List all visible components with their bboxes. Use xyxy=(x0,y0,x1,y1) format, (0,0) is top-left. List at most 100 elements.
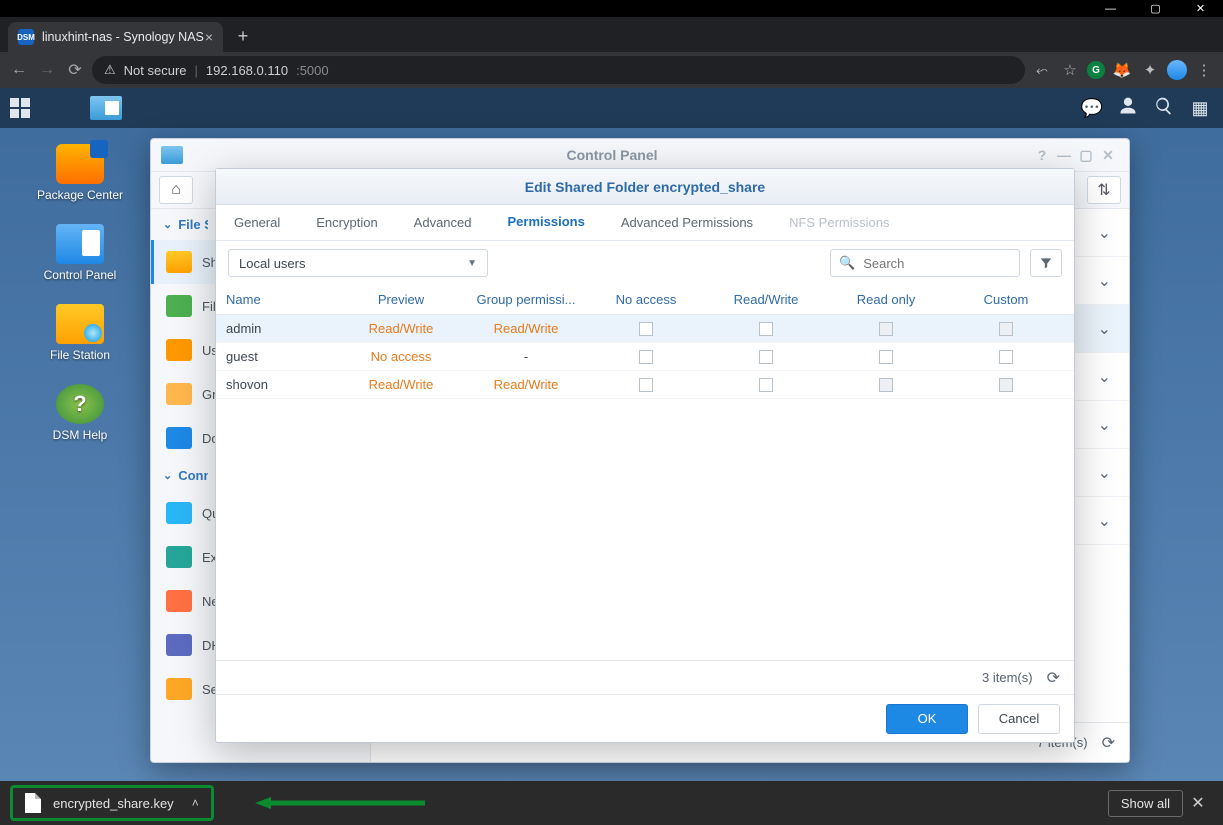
url-port: :5000 xyxy=(296,63,329,78)
window-header[interactable]: Control Panel ? — ▢ ✕ xyxy=(151,139,1129,171)
col-readwrite[interactable]: Read/Write xyxy=(706,285,826,314)
chevron-up-icon[interactable]: ˄ xyxy=(192,796,199,810)
window-maximize-icon[interactable]: ▢ xyxy=(1075,147,1097,164)
forward-button[interactable]: → xyxy=(36,61,58,79)
checkbox-noaccess[interactable] xyxy=(639,378,653,392)
user-scope-select[interactable]: Local users ▼ xyxy=(228,249,488,277)
extension-icon[interactable]: 🦊 xyxy=(1111,59,1133,81)
tab-encryption[interactable]: Encryption xyxy=(298,205,395,240)
tab-close-icon[interactable]: × xyxy=(205,29,213,45)
close-download-bar-icon[interactable]: ✕ xyxy=(1183,793,1213,813)
chevron-down-icon: ⌄ xyxy=(1098,463,1111,483)
not-secure-label: Not secure xyxy=(124,63,187,78)
reload-icon[interactable]: ⟳ xyxy=(1102,733,1115,753)
browser-menu-icon[interactable]: ⋮ xyxy=(1193,59,1215,81)
os-close-button[interactable]: ✕ xyxy=(1178,0,1223,17)
col-group[interactable]: Group permissi... xyxy=(466,285,586,314)
home-button[interactable]: ⌂ xyxy=(159,176,193,204)
dsm-help-icon: ? xyxy=(56,384,104,424)
user-icon xyxy=(166,339,192,361)
window-close-icon[interactable]: ✕ xyxy=(1097,147,1119,164)
chat-icon[interactable]: 💬 xyxy=(1079,98,1105,119)
chevron-down-icon: ⌄ xyxy=(1098,223,1111,243)
password-key-icon[interactable]: ⬿ xyxy=(1031,59,1053,81)
desktop-icons: Package Center Control Panel File Statio… xyxy=(30,144,130,464)
col-readonly[interactable]: Read only xyxy=(826,285,946,314)
window-minimize-icon[interactable]: — xyxy=(1053,147,1075,163)
checkbox-readonly[interactable] xyxy=(879,350,893,364)
dsm-desktop: 💬 ▦ Package Center Control Panel File St… xyxy=(0,88,1223,781)
checkbox-readwrite[interactable] xyxy=(759,350,773,364)
tab-advanced[interactable]: Advanced xyxy=(396,205,490,240)
taskbar-app-controlpanel[interactable] xyxy=(90,96,122,120)
reload-icon[interactable]: ⟳ xyxy=(1047,668,1060,688)
ok-button[interactable]: OK xyxy=(886,704,968,734)
cell-name: shovon xyxy=(216,371,336,398)
address-bar[interactable]: ⚠ Not secure | 192.168.0.110:5000 xyxy=(92,56,1025,84)
reload-button[interactable]: ⟳ xyxy=(64,60,86,80)
widgets-icon[interactable]: ▦ xyxy=(1187,98,1213,119)
cell-preview: Read/Write xyxy=(336,315,466,342)
tab-permissions[interactable]: Permissions xyxy=(490,205,603,240)
window-help-icon[interactable]: ? xyxy=(1031,147,1053,163)
filter-button[interactable] xyxy=(1030,249,1062,277)
desktop-icon-control-panel[interactable]: Control Panel xyxy=(30,224,130,282)
tab-general[interactable]: General xyxy=(216,205,298,240)
cell-preview: Read/Write xyxy=(336,371,466,398)
checkbox-readwrite[interactable] xyxy=(759,322,773,336)
dsm-taskbar: 💬 ▦ xyxy=(0,88,1223,128)
download-chip[interactable]: encrypted_share.key ˄ xyxy=(10,785,214,821)
globe-icon xyxy=(166,546,192,568)
checkbox-custom[interactable] xyxy=(999,350,1013,364)
extensions-puzzle-icon[interactable]: ✦ xyxy=(1139,59,1161,81)
checkbox-noaccess[interactable] xyxy=(639,350,653,364)
bookmark-star-icon[interactable]: ☆ xyxy=(1059,59,1081,81)
os-minimize-button[interactable]: — xyxy=(1088,0,1133,17)
checkbox-readonly xyxy=(879,378,893,392)
table-row[interactable]: guestNo access- xyxy=(216,343,1074,371)
show-all-button[interactable]: Show all xyxy=(1108,790,1183,817)
checkbox-custom xyxy=(999,322,1013,336)
tab-advanced-permissions[interactable]: Advanced Permissions xyxy=(603,205,771,240)
table-row[interactable]: adminRead/WriteRead/Write xyxy=(216,315,1074,343)
table-row[interactable]: shovonRead/WriteRead/Write xyxy=(216,371,1074,399)
checkbox-noaccess[interactable] xyxy=(639,322,653,336)
dialog-footer: OK Cancel xyxy=(216,694,1074,742)
group-icon xyxy=(166,383,192,405)
profile-avatar[interactable] xyxy=(1167,60,1187,80)
sort-button[interactable]: ⇅ xyxy=(1087,176,1121,204)
cell-group: Read/Write xyxy=(466,315,586,342)
url-host: 192.168.0.110 xyxy=(206,63,288,78)
checkbox-readwrite[interactable] xyxy=(759,378,773,392)
search-icon[interactable] xyxy=(1151,96,1177,121)
os-maximize-button[interactable]: ▢ xyxy=(1133,0,1178,17)
cancel-button[interactable]: Cancel xyxy=(978,704,1060,734)
folder-icon xyxy=(166,251,192,273)
tab-favicon: DSM xyxy=(18,29,34,45)
col-name[interactable]: Name xyxy=(216,285,336,314)
edit-shared-folder-dialog: Edit Shared Folder encrypted_share Gener… xyxy=(215,168,1075,743)
user-icon[interactable] xyxy=(1115,96,1141,121)
col-preview[interactable]: Preview xyxy=(336,285,466,314)
col-custom[interactable]: Custom xyxy=(946,285,1066,314)
browser-toolbar: ← → ⟳ ⚠ Not secure | 192.168.0.110:5000 … xyxy=(0,52,1223,88)
back-button[interactable]: ← xyxy=(8,61,30,79)
col-noaccess[interactable]: No access xyxy=(586,285,706,314)
file-icon xyxy=(25,793,41,813)
desktop-icon-file-station[interactable]: File Station xyxy=(30,304,130,362)
browser-tabstrip: DSM linuxhint-nas - Synology NAS × + xyxy=(0,17,1223,52)
desktop-icon-dsm-help[interactable]: ? DSM Help xyxy=(30,384,130,442)
search-input[interactable] xyxy=(861,255,1041,272)
house-icon xyxy=(166,590,192,612)
chevron-down-icon: ⌄ xyxy=(1098,367,1111,387)
browser-tab-active[interactable]: DSM linuxhint-nas - Synology NAS × xyxy=(8,22,223,52)
checkbox-readonly xyxy=(879,322,893,336)
extension-grammarly-icon[interactable]: G xyxy=(1087,61,1105,79)
cell-group: Read/Write xyxy=(466,371,586,398)
desktop-icon-package-center[interactable]: Package Center xyxy=(30,144,130,202)
dialog-tabs: General Encryption Advanced Permissions … xyxy=(216,205,1074,241)
main-menu-icon[interactable] xyxy=(10,98,30,118)
search-box[interactable]: 🔍 xyxy=(830,249,1020,277)
chevron-down-icon: ⌄ xyxy=(1098,511,1111,531)
new-tab-button[interactable]: + xyxy=(229,22,257,50)
